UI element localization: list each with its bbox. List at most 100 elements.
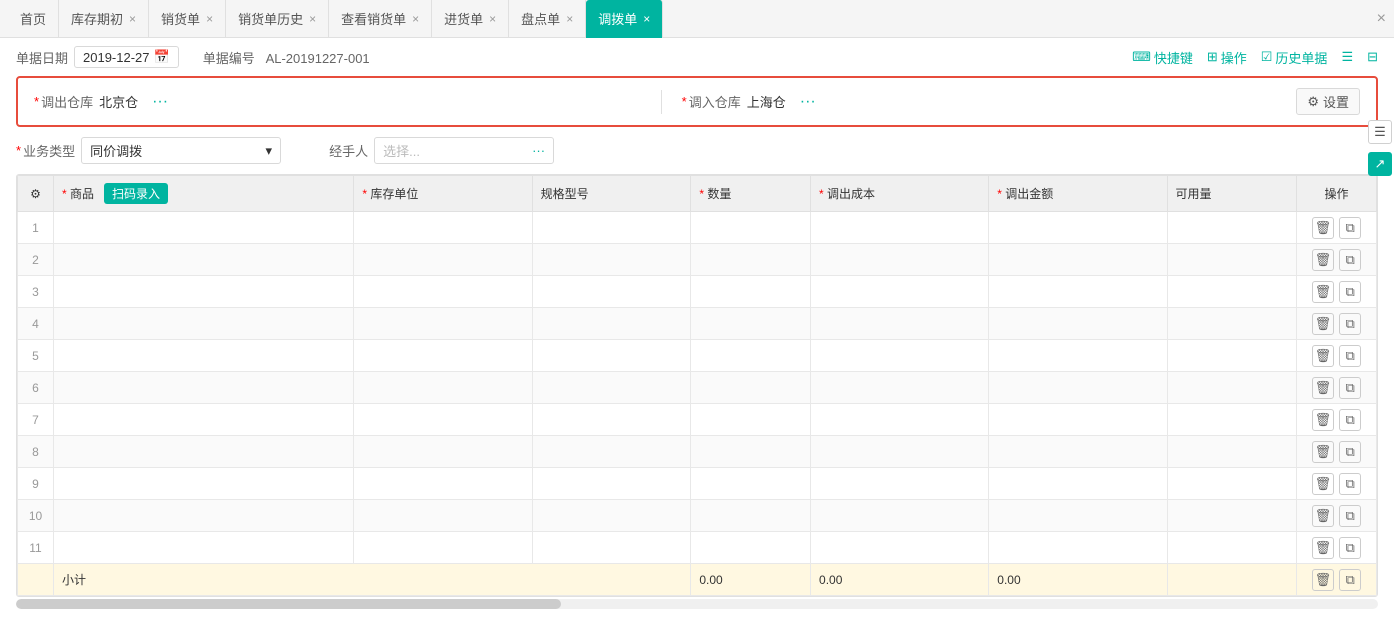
row-spec[interactable] bbox=[532, 436, 691, 468]
copy-icon[interactable]: ⧉ bbox=[1339, 473, 1361, 495]
row-unit[interactable] bbox=[354, 308, 532, 340]
row-unit[interactable] bbox=[354, 404, 532, 436]
row-product[interactable] bbox=[54, 500, 354, 532]
row-product[interactable] bbox=[54, 212, 354, 244]
row-product[interactable] bbox=[54, 276, 354, 308]
tab-inventory-init[interactable]: 库存期初 × bbox=[59, 0, 149, 38]
row-unit[interactable] bbox=[354, 212, 532, 244]
operations-btn[interactable]: ⊞ 操作 bbox=[1207, 48, 1247, 67]
row-amount[interactable] bbox=[989, 468, 1167, 500]
copy-icon[interactable]: ⧉ bbox=[1339, 377, 1361, 399]
layout-btn1[interactable]: ☰ bbox=[1341, 49, 1353, 65]
table-row[interactable]: 7 🗑 ⧉ bbox=[18, 404, 1377, 436]
row-qty[interactable] bbox=[691, 404, 811, 436]
tab-inventory-check[interactable]: 盘点单 × bbox=[509, 0, 586, 38]
row-unit[interactable] bbox=[354, 468, 532, 500]
delete-icon[interactable]: 🗑 bbox=[1312, 249, 1334, 271]
row-amount[interactable] bbox=[989, 308, 1167, 340]
row-spec[interactable] bbox=[532, 308, 691, 340]
table-row[interactable]: 2 🗑 ⧉ bbox=[18, 244, 1377, 276]
row-qty[interactable] bbox=[691, 436, 811, 468]
tab-purchase-order-close[interactable]: × bbox=[489, 12, 496, 26]
delete-icon[interactable]: 🗑 bbox=[1312, 537, 1334, 559]
row-qty[interactable] bbox=[691, 308, 811, 340]
row-unit[interactable] bbox=[354, 372, 532, 404]
tab-sales-history[interactable]: 销货单历史 × bbox=[226, 0, 329, 38]
row-available[interactable] bbox=[1167, 404, 1296, 436]
row-unit[interactable] bbox=[354, 436, 532, 468]
row-qty[interactable] bbox=[691, 340, 811, 372]
copy-icon[interactable]: ⧉ bbox=[1339, 281, 1361, 303]
row-cost[interactable] bbox=[811, 244, 989, 276]
delete-icon[interactable]: 🗑 bbox=[1312, 409, 1334, 431]
row-product[interactable] bbox=[54, 532, 354, 564]
subtotal-copy-icon[interactable]: ⧉ bbox=[1339, 569, 1361, 591]
warehouse-out-more-icon[interactable]: ··· bbox=[152, 93, 168, 111]
sidebar-export-icon[interactable]: ↗ bbox=[1368, 152, 1392, 176]
row-spec[interactable] bbox=[532, 244, 691, 276]
row-available[interactable] bbox=[1167, 436, 1296, 468]
row-available[interactable] bbox=[1167, 212, 1296, 244]
row-cost[interactable] bbox=[811, 436, 989, 468]
table-row[interactable]: 4 🗑 ⧉ bbox=[18, 308, 1377, 340]
row-available[interactable] bbox=[1167, 340, 1296, 372]
scan-btn[interactable]: 扫码录入 bbox=[104, 183, 168, 204]
row-available[interactable] bbox=[1167, 308, 1296, 340]
table-row[interactable]: 3 🗑 ⧉ bbox=[18, 276, 1377, 308]
warehouse-in-value[interactable]: 上海仓 bbox=[747, 92, 786, 111]
history-btn[interactable]: ☑ 历史单据 bbox=[1261, 48, 1328, 67]
row-spec[interactable] bbox=[532, 340, 691, 372]
row-spec[interactable] bbox=[532, 404, 691, 436]
row-spec[interactable] bbox=[532, 372, 691, 404]
row-amount[interactable] bbox=[989, 372, 1167, 404]
copy-icon[interactable]: ⧉ bbox=[1339, 505, 1361, 527]
horizontal-scrollbar[interactable] bbox=[16, 599, 1378, 609]
row-amount[interactable] bbox=[989, 436, 1167, 468]
tab-sales-order-close[interactable]: × bbox=[206, 12, 213, 26]
sidebar-list-icon[interactable]: ☰ bbox=[1368, 120, 1392, 144]
row-cost[interactable] bbox=[811, 212, 989, 244]
copy-icon[interactable]: ⧉ bbox=[1339, 313, 1361, 335]
row-available[interactable] bbox=[1167, 244, 1296, 276]
delete-icon[interactable]: 🗑 bbox=[1312, 505, 1334, 527]
row-amount[interactable] bbox=[989, 532, 1167, 564]
delete-icon[interactable]: 🗑 bbox=[1312, 473, 1334, 495]
delete-icon[interactable]: 🗑 bbox=[1312, 345, 1334, 367]
tab-view-sales[interactable]: 查看销货单 × bbox=[329, 0, 432, 38]
copy-icon[interactable]: ⧉ bbox=[1339, 409, 1361, 431]
table-row[interactable]: 5 🗑 ⧉ bbox=[18, 340, 1377, 372]
row-amount[interactable] bbox=[989, 500, 1167, 532]
row-cost[interactable] bbox=[811, 532, 989, 564]
row-cost[interactable] bbox=[811, 340, 989, 372]
table-row[interactable]: 11 🗑 ⧉ bbox=[18, 532, 1377, 564]
row-product[interactable] bbox=[54, 404, 354, 436]
row-available[interactable] bbox=[1167, 468, 1296, 500]
row-available[interactable] bbox=[1167, 500, 1296, 532]
row-cost[interactable] bbox=[811, 500, 989, 532]
row-unit[interactable] bbox=[354, 276, 532, 308]
row-unit[interactable] bbox=[354, 244, 532, 276]
row-spec[interactable] bbox=[532, 500, 691, 532]
row-product[interactable] bbox=[54, 436, 354, 468]
row-qty[interactable] bbox=[691, 244, 811, 276]
row-spec[interactable] bbox=[532, 468, 691, 500]
row-available[interactable] bbox=[1167, 532, 1296, 564]
business-type-select[interactable]: 同价调拨 ▾ bbox=[81, 137, 281, 164]
row-qty[interactable] bbox=[691, 532, 811, 564]
scroll-thumb[interactable] bbox=[16, 599, 561, 609]
row-spec[interactable] bbox=[532, 276, 691, 308]
delete-icon[interactable]: 🗑 bbox=[1312, 217, 1334, 239]
table-row[interactable]: 6 🗑 ⧉ bbox=[18, 372, 1377, 404]
warehouse-out-value[interactable]: 北京仓 bbox=[99, 92, 138, 111]
copy-icon[interactable]: ⧉ bbox=[1339, 441, 1361, 463]
row-qty[interactable] bbox=[691, 372, 811, 404]
row-unit[interactable] bbox=[354, 340, 532, 372]
copy-icon[interactable]: ⧉ bbox=[1339, 217, 1361, 239]
table-row[interactable]: 9 🗑 ⧉ bbox=[18, 468, 1377, 500]
doc-date-input[interactable]: 2019-12-27 📅 bbox=[74, 46, 179, 68]
row-amount[interactable] bbox=[989, 244, 1167, 276]
row-product[interactable] bbox=[54, 372, 354, 404]
tab-transfer-close[interactable]: × bbox=[643, 12, 650, 26]
tab-sales-order[interactable]: 销货单 × bbox=[149, 0, 226, 38]
row-qty[interactable] bbox=[691, 500, 811, 532]
